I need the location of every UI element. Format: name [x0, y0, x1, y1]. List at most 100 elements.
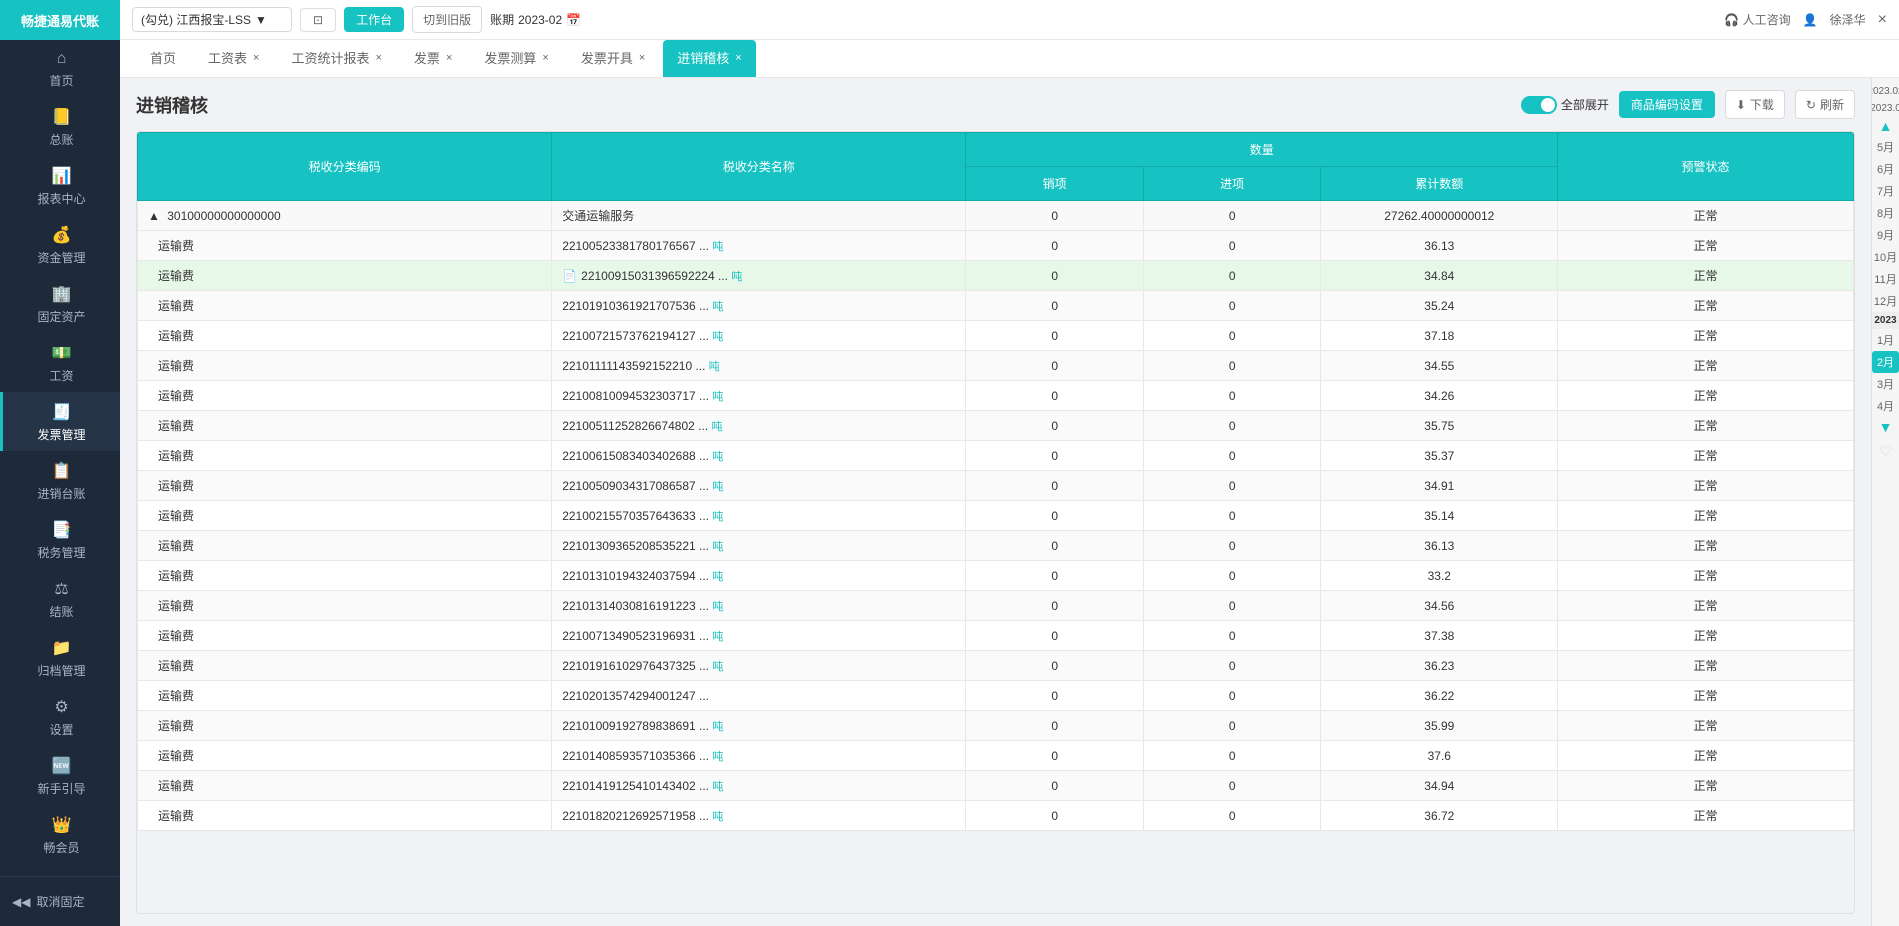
cell-status: 正常 [1558, 591, 1854, 621]
cell-purchase: 0 [1143, 651, 1321, 681]
cell-sales: 0 [966, 621, 1144, 651]
cell-cumulative: 27262.40000000012 [1321, 201, 1558, 231]
sidebar-item-sales_ledger[interactable]: 📋进销台账 [0, 451, 120, 510]
month-item-8月[interactable]: 8月 [1872, 202, 1899, 224]
cell-purchase: 0 [1143, 411, 1321, 441]
cell-item-name: 运输费 [138, 501, 552, 531]
sidebar-item-ledger[interactable]: 📒总账 [0, 97, 120, 156]
month-item-10月[interactable]: 10月 [1872, 246, 1899, 268]
main-area: (勾兑) 江西报宝-LSS ▼ ⊡ 工作台 切到旧版 账期 2023-02 📅 … [120, 0, 1899, 926]
expand-icon[interactable]: ▲ [148, 209, 160, 223]
cell-invoice-num: 22100511252826674802 ... 吨 [552, 411, 966, 441]
table-row: 运输费 22101009192789838691 ... 吨 0 0 35.99… [138, 711, 1854, 741]
tab-close-icon[interactable]: × [639, 52, 645, 64]
year-label-top: 2023.02 [1871, 82, 1899, 101]
company-selector[interactable]: (勾兑) 江西报宝-LSS ▼ [132, 7, 292, 32]
col-tax-code: 税收分类编码 [138, 133, 552, 201]
cell-item-name: 运输费 [138, 621, 552, 651]
sidebar-item-assets[interactable]: 🏢固定资产 [0, 274, 120, 333]
cell-purchase: 0 [1143, 741, 1321, 771]
cell-cumulative: 36.72 [1321, 801, 1558, 831]
cell-item-name: 运输费 [138, 741, 552, 771]
col-tax-name: 税收分类名称 [552, 133, 966, 201]
tab-进销稽核[interactable]: 进销稽核× [663, 40, 755, 77]
heart-icon[interactable]: ♡ [1876, 441, 1896, 461]
cell-invoice-num: 22101408593571035366 ... 吨 [552, 741, 966, 771]
tab-发票开具[interactable]: 发票开具× [567, 40, 659, 77]
sidebar-item-capital[interactable]: 💰资金管理 [0, 215, 120, 274]
settings-btn[interactable]: 商品编码设置 [1619, 91, 1715, 118]
refresh-icon: ↻ [1806, 98, 1816, 112]
support-btn[interactable]: 🎧 人工咨询 [1724, 11, 1790, 28]
copy-button[interactable]: ⊡ [300, 8, 336, 32]
cell-cumulative: 37.6 [1321, 741, 1558, 771]
cell-item-name: 运输费 [138, 651, 552, 681]
month-item-6月[interactable]: 6月 [1872, 158, 1899, 180]
cell-purchase: 0 [1143, 381, 1321, 411]
tab-发票测算[interactable]: 发票测算× [470, 40, 562, 77]
month-item-4月[interactable]: 4月 [1872, 395, 1899, 417]
cell-status: 正常 [1558, 681, 1854, 711]
cell-status: 正常 [1558, 771, 1854, 801]
tab-工资统计报表[interactable]: 工资统计报表× [277, 40, 395, 77]
month-item-3月[interactable]: 3月 [1872, 373, 1899, 395]
sidebar-item-salary[interactable]: 💵工资 [0, 333, 120, 392]
cell-cumulative: 34.55 [1321, 351, 1558, 381]
sidebar-item-settings[interactable]: ⚙设置 [0, 687, 120, 746]
tab-发票[interactable]: 发票× [400, 40, 466, 77]
unpin-button[interactable]: ◀◀ 取消固定 [0, 885, 120, 918]
sidebar-item-home[interactable]: ⌂首页 [0, 40, 120, 97]
sidebar-item-guide[interactable]: 🆕新手引导 [0, 746, 120, 805]
cell-item-name: 运输费 [138, 561, 552, 591]
topbar-close-btn[interactable]: × [1878, 11, 1887, 29]
cell-sales: 0 [966, 231, 1144, 261]
sidebar-item-settlement[interactable]: ⚖结账 [0, 569, 120, 628]
month-item-12月[interactable]: 12月 [1872, 290, 1899, 312]
tab-close-icon[interactable]: × [446, 52, 452, 64]
sidebar-label-archive: 归档管理 [37, 662, 85, 679]
table-row: 运输费 22102013574294001247 ... 0 0 36.22 正… [138, 681, 1854, 711]
tab-close-icon[interactable]: × [253, 52, 259, 64]
cell-purchase: 0 [1143, 351, 1321, 381]
year-2023-label: 2023 [1872, 312, 1899, 329]
refresh-btn[interactable]: ↻ 刷新 [1795, 90, 1855, 119]
cell-status: 正常 [1558, 441, 1854, 471]
month-item-1月[interactable]: 1月 [1872, 329, 1899, 351]
cell-item-name: 运输费 [138, 471, 552, 501]
cell-cumulative: 34.94 [1321, 771, 1558, 801]
col-quantity-group: 数量 [966, 133, 1558, 167]
scroll-up-btn[interactable]: ▲ [1876, 116, 1896, 136]
sidebar-icon-invoice_mgmt: 🧾 [52, 402, 72, 422]
cell-purchase: 0 [1143, 771, 1321, 801]
tab-close-icon[interactable]: × [375, 52, 381, 64]
tab-close-icon[interactable]: × [735, 52, 741, 64]
workspace-button[interactable]: 工作台 [344, 7, 404, 32]
sidebar-item-reports[interactable]: 📊报表中心 [0, 156, 120, 215]
sidebar-item-archive[interactable]: 📁归档管理 [0, 628, 120, 687]
scroll-down-btn[interactable]: ▼ [1876, 417, 1896, 437]
cell-invoice-num: 22101309365208535221 ... 吨 [552, 531, 966, 561]
month-item-2月[interactable]: 2月 [1872, 351, 1899, 373]
tab-工资表[interactable]: 工资表× [194, 40, 273, 77]
cell-status: 正常 [1558, 321, 1854, 351]
month-item-5月[interactable]: 5月 [1872, 136, 1899, 158]
expand-toggle[interactable]: 全部展开 [1521, 96, 1609, 114]
tab-首页[interactable]: 首页 [136, 40, 190, 77]
cell-sales: 0 [966, 771, 1144, 801]
sidebar-item-tax_mgmt[interactable]: 📑税务管理 [0, 510, 120, 569]
cell-cumulative: 35.14 [1321, 501, 1558, 531]
sidebar-item-member[interactable]: 👑畅会员 [0, 805, 120, 864]
sidebar-item-invoice_mgmt[interactable]: 🧾发票管理 [0, 392, 120, 451]
month-item-7月[interactable]: 7月 [1872, 180, 1899, 202]
toggle-switch[interactable] [1521, 96, 1557, 114]
cell-invoice-num: 22100509034317086587 ... 吨 [552, 471, 966, 501]
month-item-11月[interactable]: 11月 [1872, 268, 1899, 290]
download-btn[interactable]: ⬇ 下载 [1725, 90, 1785, 119]
table-row: 运输费 22100721573762194127 ... 吨 0 0 37.18… [138, 321, 1854, 351]
sidebar-icon-ledger: 📒 [52, 107, 72, 127]
cell-status: 正常 [1558, 651, 1854, 681]
month-item-9月[interactable]: 9月 [1872, 224, 1899, 246]
tab-close-icon[interactable]: × [542, 52, 548, 64]
cell-purchase: 0 [1143, 261, 1321, 291]
switch-version-button[interactable]: 切到旧版 [412, 6, 482, 33]
